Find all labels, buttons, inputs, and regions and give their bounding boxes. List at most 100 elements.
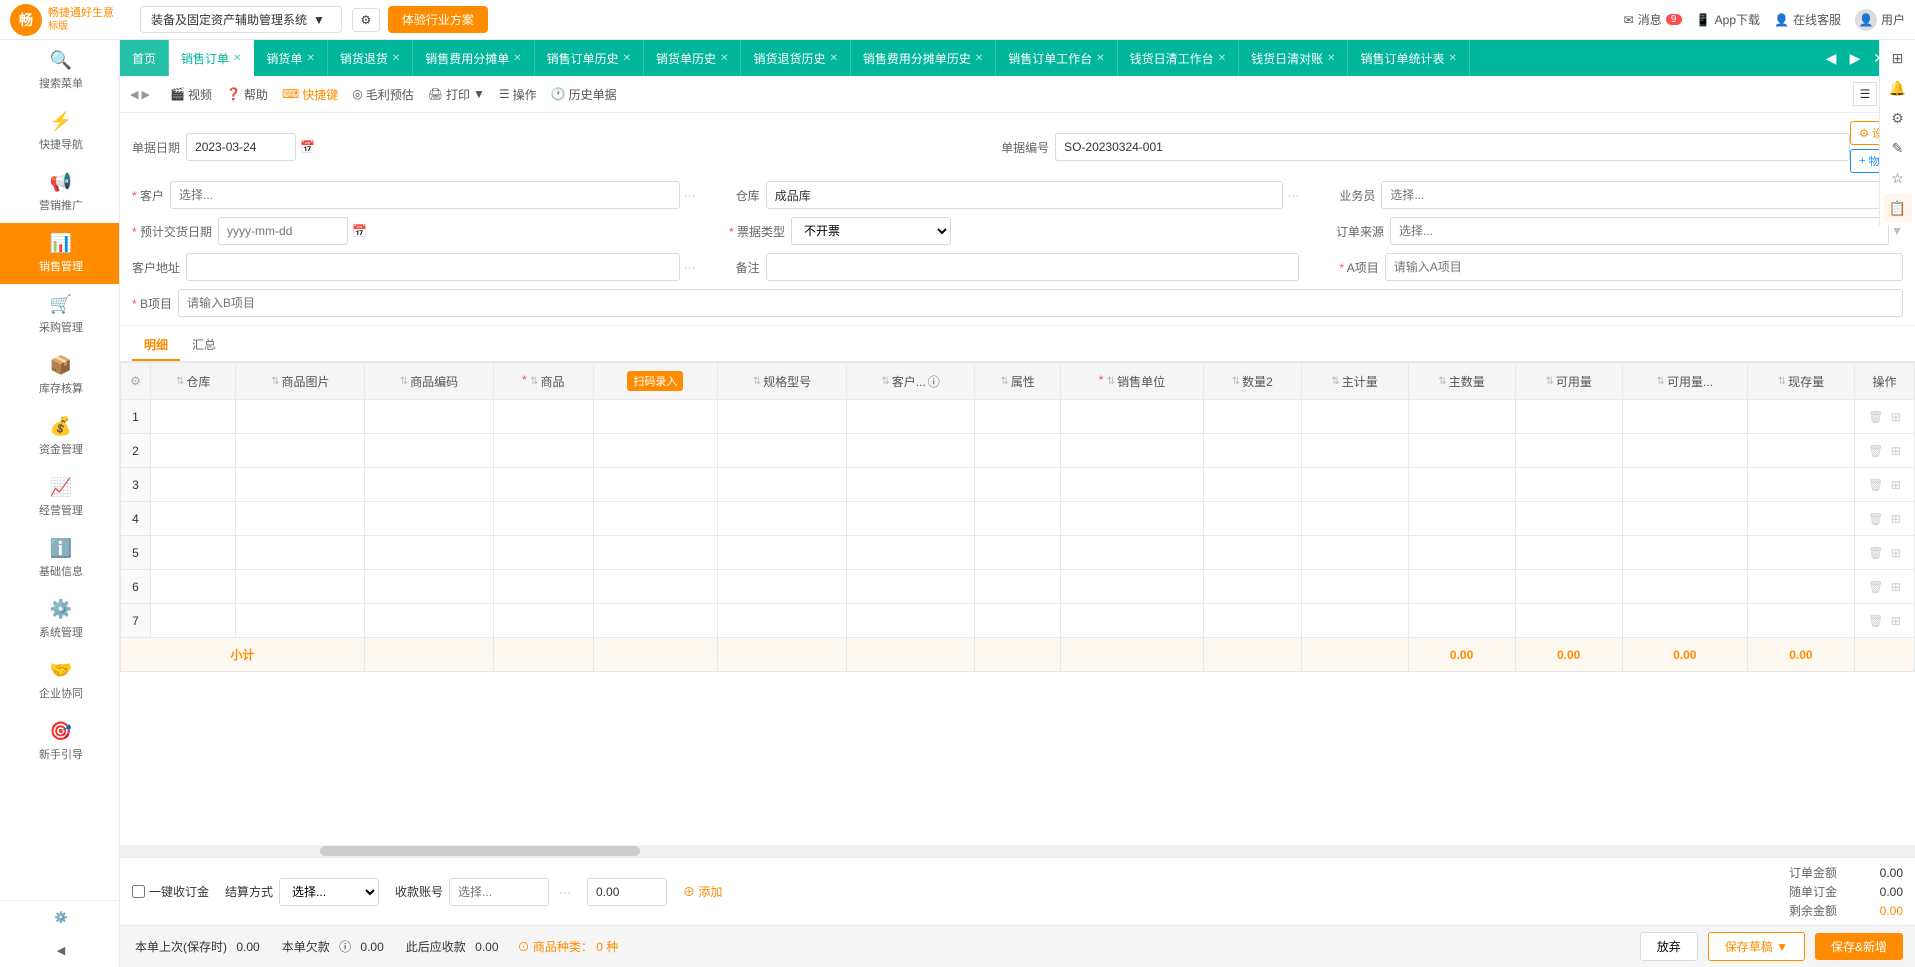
cell-code-6[interactable]: [365, 570, 494, 604]
copy-icon[interactable]: ⊞: [1891, 410, 1901, 424]
customer-input[interactable]: [170, 181, 680, 209]
cell-cust-code-1[interactable]: [846, 400, 975, 434]
cell-stock-6[interactable]: [1747, 570, 1854, 604]
save-draft-chevron[interactable]: ▼: [1776, 940, 1788, 954]
add-payment-btn[interactable]: ⊕ 添加: [683, 883, 722, 900]
close-icon[interactable]: ✕: [306, 53, 314, 64]
app-download-item[interactable]: 📱 App下载: [1696, 11, 1760, 28]
cell-code-4[interactable]: [365, 502, 494, 536]
message-item[interactable]: ✉ 消息 9: [1624, 11, 1682, 28]
warehouse-input[interactable]: [766, 181, 1284, 209]
cell-actions-7[interactable]: 🗑 ⊞: [1855, 604, 1915, 638]
cell-spec-7[interactable]: [718, 604, 847, 638]
tab-detail[interactable]: 明细: [132, 330, 180, 361]
print-chevron[interactable]: ▼: [473, 87, 485, 101]
one-click-checkbox-input[interactable]: [132, 885, 145, 898]
cell-attr-5[interactable]: [975, 536, 1060, 570]
col-qty2[interactable]: ⇅数量2: [1204, 363, 1301, 400]
tab-sales-cost[interactable]: 销售费用分摊单 ✕: [413, 40, 534, 76]
cell-scan-2[interactable]: [593, 434, 717, 468]
cell-available-5[interactable]: [1515, 536, 1622, 570]
col-warehouse[interactable]: ⇅仓库: [151, 363, 236, 400]
cell-available-2[interactable]: [1515, 434, 1622, 468]
delete-icon[interactable]: 🗑: [1868, 614, 1883, 628]
cell-attr-1[interactable]: [975, 400, 1060, 434]
number-input[interactable]: [1055, 133, 1850, 161]
tab-sales-return[interactable]: 销货退货 ✕: [328, 40, 413, 76]
cell-scan-7[interactable]: [593, 604, 717, 638]
nav-left-arrow[interactable]: ◀: [1819, 40, 1843, 76]
cell-stock-4[interactable]: [1747, 502, 1854, 536]
tab-return-history[interactable]: 销货退货历史 ✕: [741, 40, 850, 76]
cell-attr-3[interactable]: [975, 468, 1060, 502]
cell-cust-code-2[interactable]: [846, 434, 975, 468]
b-project-input[interactable]: [178, 289, 1903, 317]
tab-sales-goods[interactable]: 销货单 ✕: [254, 40, 327, 76]
cell-available2-1[interactable]: [1622, 400, 1747, 434]
close-icon[interactable]: ✕: [1096, 53, 1104, 64]
right-panel-btn-6[interactable]: 📋: [1884, 194, 1912, 222]
cell-stock-1[interactable]: [1747, 400, 1854, 434]
order-source-input[interactable]: [1390, 217, 1889, 245]
close-icon[interactable]: ✕: [1449, 53, 1457, 64]
cell-available-1[interactable]: [1515, 400, 1622, 434]
close-icon[interactable]: ✕: [513, 53, 521, 64]
delivery-calendar-icon[interactable]: 📅: [352, 224, 367, 238]
col-unit[interactable]: ⇅销售单位: [1060, 363, 1203, 400]
cell-attr-6[interactable]: [975, 570, 1060, 604]
toolbar-help[interactable]: ❓ 帮助: [226, 86, 268, 103]
sidebar-settings-btn[interactable]: ⚙️: [0, 901, 119, 934]
customer-dots[interactable]: ···: [684, 188, 696, 202]
delivery-input[interactable]: [218, 217, 348, 245]
cell-spec-6[interactable]: [718, 570, 847, 604]
cell-actions-5[interactable]: 🗑 ⊞: [1855, 536, 1915, 570]
sidebar-item-basic-info[interactable]: ℹ️ 基础信息: [0, 528, 119, 589]
cell-qty2-5[interactable]: [1204, 536, 1301, 570]
close-icon[interactable]: ✕: [720, 53, 728, 64]
cell-main-qty-6[interactable]: [1408, 570, 1515, 604]
cell-stock-5[interactable]: [1747, 536, 1854, 570]
right-panel-btn-5[interactable]: ☆: [1884, 164, 1912, 192]
col-spec[interactable]: ⇅规格型号: [718, 363, 847, 400]
delete-icon[interactable]: 🗑: [1868, 444, 1883, 458]
cell-product-5[interactable]: [493, 536, 593, 570]
industry-btn[interactable]: 体验行业方案: [388, 6, 488, 33]
close-icon[interactable]: ✕: [975, 53, 983, 64]
cell-unit-2[interactable]: [1060, 434, 1203, 468]
close-icon[interactable]: ✕: [623, 53, 631, 64]
cell-qty2-6[interactable]: [1204, 570, 1301, 604]
business-input[interactable]: [1381, 181, 1887, 209]
cell-attr-7[interactable]: [975, 604, 1060, 638]
cell-main-qty-3[interactable]: [1408, 468, 1515, 502]
tab-goods-history[interactable]: 销货单历史 ✕: [644, 40, 741, 76]
cell-warehouse-2[interactable]: [151, 434, 236, 468]
sidebar-item-purchase[interactable]: 🛒 采购管理: [0, 284, 119, 345]
copy-icon[interactable]: ⊞: [1891, 478, 1901, 492]
close-icon[interactable]: ✕: [1218, 53, 1226, 64]
col-gear[interactable]: ⚙: [121, 363, 151, 400]
cell-main-unit-7[interactable]: [1301, 604, 1408, 638]
cell-scan-5[interactable]: [593, 536, 717, 570]
delete-icon[interactable]: 🗑: [1868, 580, 1883, 594]
cell-spec-2[interactable]: [718, 434, 847, 468]
amount-input[interactable]: [587, 878, 667, 906]
scan-btn[interactable]: 扫码录入: [627, 371, 683, 391]
cell-main-qty-7[interactable]: [1408, 604, 1515, 638]
cell-attr-2[interactable]: [975, 434, 1060, 468]
sidebar-item-marketing[interactable]: 📢 营销推广: [0, 162, 119, 223]
cell-spec-3[interactable]: [718, 468, 847, 502]
sidebar-item-quick[interactable]: ⚡ 快捷导航: [0, 101, 119, 162]
cell-code-7[interactable]: [365, 604, 494, 638]
scroll-thumb[interactable]: [320, 846, 640, 856]
account-input[interactable]: [449, 878, 549, 906]
cell-code-2[interactable]: [365, 434, 494, 468]
cell-available-6[interactable]: [1515, 570, 1622, 604]
horizontal-scrollbar[interactable]: [120, 845, 1915, 857]
cell-product-7[interactable]: [493, 604, 593, 638]
payment-method-select[interactable]: 选择...: [279, 878, 379, 906]
close-icon[interactable]: ✕: [829, 53, 837, 64]
cell-unit-6[interactable]: [1060, 570, 1203, 604]
cell-available-7[interactable]: [1515, 604, 1622, 638]
sidebar-item-search[interactable]: 🔍 搜索菜单: [0, 40, 119, 101]
cell-image-1[interactable]: [236, 400, 365, 434]
